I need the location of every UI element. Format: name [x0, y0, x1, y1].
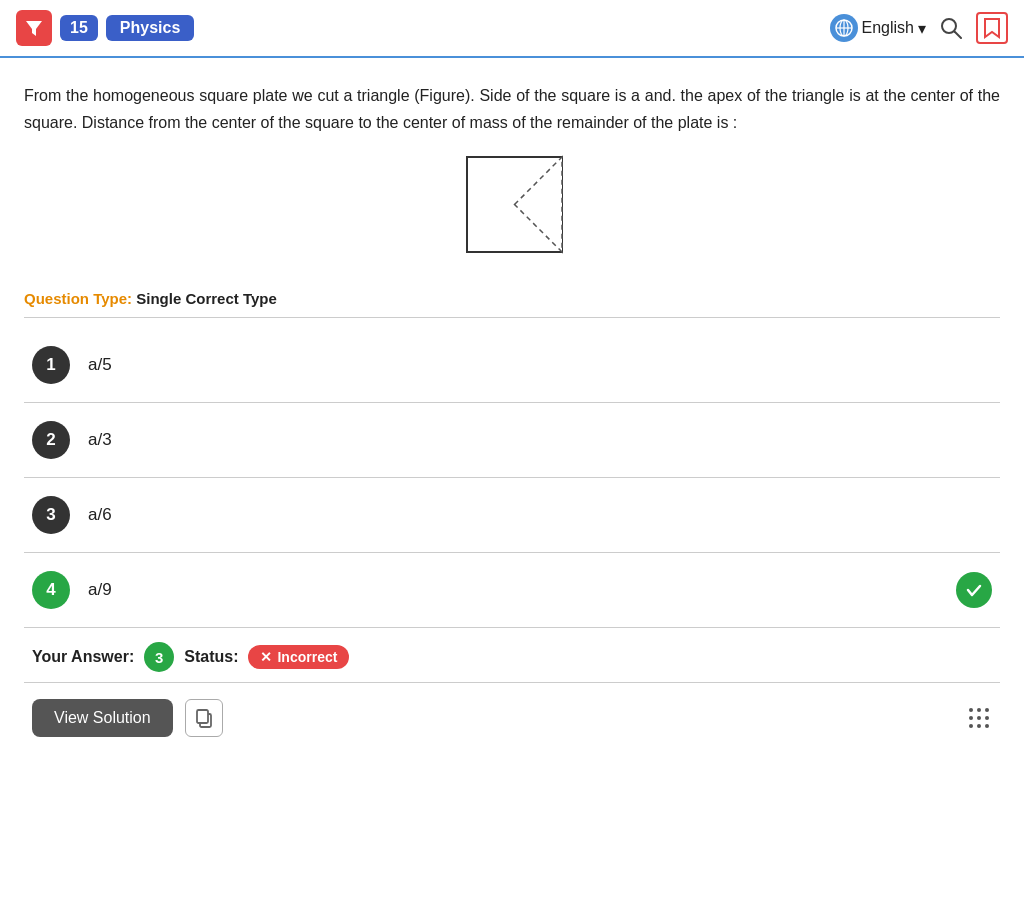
figure-svg — [457, 152, 567, 262]
language-text: English — [862, 19, 914, 37]
question-number-badge: 15 — [60, 15, 98, 41]
your-answer-value: 3 — [155, 649, 163, 666]
option-row-2[interactable]: 2 a/3 — [24, 403, 1000, 478]
grid-button[interactable] — [966, 705, 992, 731]
option-circle-3: 3 — [32, 496, 70, 534]
svg-point-17 — [969, 724, 973, 728]
svg-point-14 — [969, 716, 973, 720]
bookmark-button[interactable] — [976, 12, 1008, 44]
question-type-value: Single Correct Type — [136, 290, 277, 307]
option-text-1: a/5 — [88, 355, 112, 375]
header: 15 Physics English ▾ — [0, 0, 1024, 58]
subject-label: Physics — [106, 15, 194, 41]
search-button[interactable] — [940, 17, 962, 39]
status-x-icon: ✕ — [260, 649, 272, 665]
language-selector[interactable]: English ▾ — [830, 14, 926, 42]
copy-button[interactable] — [185, 699, 223, 737]
bottom-left: View Solution — [32, 699, 223, 737]
main-content: From the homogeneous square plate we cut… — [0, 58, 1024, 761]
option-number-2: 2 — [46, 430, 55, 450]
filter-button[interactable] — [16, 10, 52, 46]
options-list: 1 a/5 2 a/3 3 a/6 4 a/9 — [24, 328, 1000, 628]
answer-row: Your Answer: 3 Status: ✕ Incorrect — [24, 628, 1000, 683]
question-text: From the homogeneous square plate we cut… — [24, 82, 1000, 136]
header-right: English ▾ — [830, 12, 1008, 44]
option-text-3: a/6 — [88, 505, 112, 525]
language-dropdown-arrow: ▾ — [918, 19, 926, 38]
option-circle-2: 2 — [32, 421, 70, 459]
option-circle-1: 1 — [32, 346, 70, 384]
option-row-4[interactable]: 4 a/9 — [24, 553, 1000, 628]
view-solution-button[interactable]: View Solution — [32, 699, 173, 737]
option-number-1: 1 — [46, 355, 55, 375]
svg-line-6 — [955, 32, 962, 39]
svg-marker-8 — [515, 157, 563, 252]
status-label: Status: — [184, 648, 238, 666]
svg-point-15 — [977, 716, 981, 720]
svg-point-11 — [969, 708, 973, 712]
option-row-1[interactable]: 1 a/5 — [24, 328, 1000, 403]
svg-rect-10 — [197, 710, 208, 723]
your-answer-badge: 3 — [144, 642, 174, 672]
option-number-4: 4 — [46, 580, 55, 600]
option-number-3: 3 — [46, 505, 55, 525]
option-text-2: a/3 — [88, 430, 112, 450]
svg-point-16 — [985, 716, 989, 720]
bottom-row: View Solution — [24, 683, 1000, 745]
svg-point-13 — [985, 708, 989, 712]
question-type-label: Question Type: — [24, 290, 132, 307]
question-type-row: Question Type: Single Correct Type — [24, 290, 1000, 318]
svg-point-19 — [985, 724, 989, 728]
header-left: 15 Physics — [16, 10, 194, 46]
option-text-4: a/9 — [88, 580, 112, 600]
globe-icon — [830, 14, 858, 42]
svg-point-18 — [977, 724, 981, 728]
svg-marker-0 — [26, 21, 42, 36]
your-answer-label: Your Answer: — [32, 648, 134, 666]
status-text: Incorrect — [277, 649, 337, 665]
option-circle-4: 4 — [32, 571, 70, 609]
option-row-3[interactable]: 3 a/6 — [24, 478, 1000, 553]
status-badge: ✕ Incorrect — [248, 645, 349, 669]
figure-container — [24, 152, 1000, 262]
svg-point-12 — [977, 708, 981, 712]
correct-checkmark — [956, 572, 992, 608]
